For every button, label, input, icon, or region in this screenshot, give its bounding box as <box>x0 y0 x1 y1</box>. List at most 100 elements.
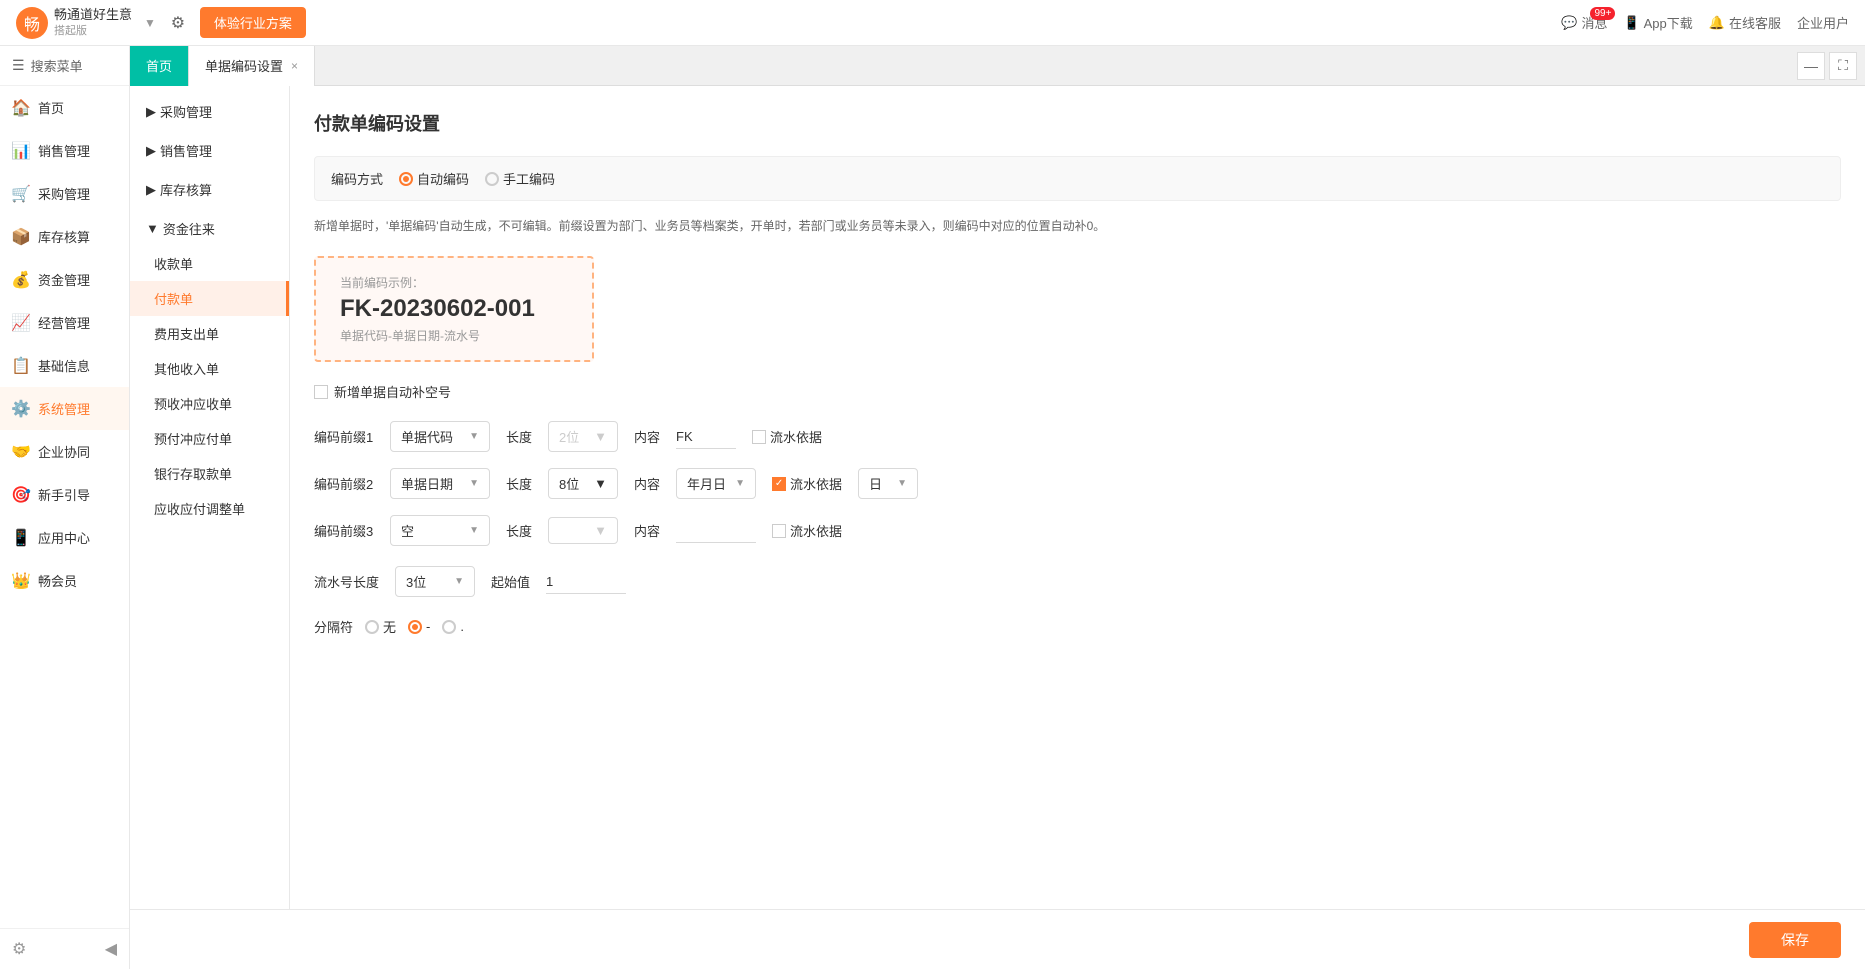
code-preview-box: 当前编码示例： FK-20230602-001 单据代码-单据日期-流水号 <box>314 256 594 362</box>
length3-select[interactable]: ▼ <box>548 517 618 544</box>
sidebar-item-apps[interactable]: 📱 应用中心 <box>0 516 129 559</box>
prefix2-label: 编码前缀2 <box>314 474 374 493</box>
nav-dropdown[interactable]: ▼ <box>144 16 156 30</box>
system-icon: ⚙️ <box>12 400 30 418</box>
logo-icon: 畅 <box>16 7 48 39</box>
sidebar-item-purchase[interactable]: 🛒 采购管理 <box>0 172 129 215</box>
message-icon: 💬 <box>1561 15 1577 31</box>
search-menu-button[interactable]: ☰ 搜索菜单 <box>0 46 129 86</box>
sidebar-item-operations[interactable]: 📈 经营管理 <box>0 301 129 344</box>
tab-close-icon[interactable]: × <box>291 59 298 73</box>
sidebar-item-home[interactable]: 🏠 首页 <box>0 86 129 129</box>
sidebar-item-guide[interactable]: 🎯 新手引导 <box>0 473 129 516</box>
content1-label: 内容 <box>634 427 660 446</box>
sidebar-item-finance[interactable]: 💰 资金管理 <box>0 258 129 301</box>
sidebar-item-sales[interactable]: 📊 销售管理 <box>0 129 129 172</box>
prefix2-select[interactable]: 单据日期 ▼ <box>390 468 490 499</box>
settings-bottom-icon[interactable]: ⚙ <box>12 939 26 959</box>
period2-select[interactable]: 日 ▼ <box>858 468 918 499</box>
logo-text: 畅通道好生意 搭起版 <box>54 7 132 39</box>
sub-menu-item-prepay-payable[interactable]: 预付冲应付单 <box>130 421 289 456</box>
sep-none-dot <box>365 620 379 634</box>
length2-select[interactable]: 8位 ▼ <box>548 468 618 499</box>
serial-number-row: 流水号长度 3位 ▼ 起始值 <box>314 566 1841 597</box>
user-info[interactable]: 企业用户 <box>1797 13 1849 32</box>
config-row-1: 编码前缀1 单据代码 ▼ 长度 2位 ▼ 内容 <box>314 421 1841 452</box>
service-button[interactable]: 🔔 在线客服 <box>1709 13 1781 32</box>
basic-icon: 📋 <box>12 357 30 375</box>
start-value-label: 起始值 <box>491 572 530 591</box>
manual-encoding-radio[interactable]: 手工编码 <box>485 169 555 188</box>
message-button[interactable]: 💬 消息 99+ <box>1561 13 1607 32</box>
auto-encoding-radio[interactable]: 自动编码 <box>399 169 469 188</box>
sub-menu-header-purchase[interactable]: ▶ 采购管理 <box>130 94 289 129</box>
content3-input[interactable] <box>676 519 756 543</box>
trial-button[interactable]: 体验行业方案 <box>200 7 306 38</box>
search-icon: ☰ <box>12 57 25 74</box>
sub-menu-header-inventory[interactable]: ▶ 库存核算 <box>130 172 289 207</box>
start-value-input[interactable] <box>546 570 626 594</box>
length1-select[interactable]: 2位 ▼ <box>548 421 618 452</box>
auto-fill-row: 新增单据自动补空号 <box>314 382 1841 401</box>
sub-menu-item-other-income[interactable]: 其他收入单 <box>130 351 289 386</box>
sub-menu-item-adjustment[interactable]: 应收应付调整单 <box>130 491 289 526</box>
tab-maximize-button[interactable]: ⛶ <box>1829 52 1857 80</box>
sub-menu-group-purchase: ▶ 采购管理 <box>130 94 289 129</box>
apps-icon: 📱 <box>12 529 30 547</box>
sub-menu-header-sales[interactable]: ▶ 销售管理 <box>130 133 289 168</box>
sidebar-item-member[interactable]: 👑 畅会员 <box>0 559 129 602</box>
serial-length-label: 流水号长度 <box>314 572 379 591</box>
topbar-nav: ▼ ⚙ 体验行业方案 <box>144 7 306 38</box>
sub-menu-item-receipt[interactable]: 收款单 <box>130 246 289 281</box>
separator-row: 分隔符 无 - . <box>314 617 1841 636</box>
finance-icon: 💰 <box>12 271 30 289</box>
length2-label: 长度 <box>506 474 532 493</box>
prefix3-label: 编码前缀3 <box>314 521 374 540</box>
serial1-checkbox[interactable] <box>752 430 766 444</box>
sidebar-item-inventory[interactable]: 📦 库存核算 <box>0 215 129 258</box>
auto-fill-checkbox[interactable] <box>314 385 328 399</box>
dropdown-arrow-3: ▼ <box>469 525 479 536</box>
sub-menu-item-payment[interactable]: 付款单 <box>130 281 289 316</box>
sidebar-item-system[interactable]: ⚙️ 系统管理 <box>0 387 129 430</box>
sidebar-item-basic[interactable]: 📋 基础信息 <box>0 344 129 387</box>
sep-dot-option[interactable]: . <box>442 619 464 634</box>
save-button[interactable]: 保存 <box>1749 922 1841 958</box>
sub-menu-header-finance[interactable]: ▼ 资金往来 <box>130 211 289 246</box>
sub-menu-item-bank[interactable]: 银行存取款单 <box>130 456 289 491</box>
sidebar-nav: 🏠 首页 📊 销售管理 🛒 采购管理 📦 库存核算 💰 资金管理 📈 经 <box>0 86 129 928</box>
sub-menu-item-expense[interactable]: 费用支出单 <box>130 316 289 351</box>
operations-icon: 📈 <box>12 314 30 332</box>
serial3-checkbox[interactable] <box>772 524 786 538</box>
serial3-check: 流水依据 <box>772 521 842 540</box>
settings-icon[interactable]: ⚙ <box>164 9 192 37</box>
sidebar: ☰ 搜索菜单 🏠 首页 📊 销售管理 🛒 采购管理 📦 库存核算 💰 资 <box>0 46 130 969</box>
tab-minimize-button[interactable]: — <box>1797 52 1825 80</box>
prefix1-select[interactable]: 单据代码 ▼ <box>390 421 490 452</box>
sidebar-item-enterprise[interactable]: 🤝 企业协同 <box>0 430 129 473</box>
sub-menu: ▶ 采购管理 ▶ 销售管理 ▶ 库存核算 <box>130 86 290 909</box>
content2-select[interactable]: 年月日 ▼ <box>676 468 756 499</box>
home-icon: 🏠 <box>12 99 30 117</box>
separator-label: 分隔符 <box>314 617 353 636</box>
content1-input[interactable] <box>676 425 736 449</box>
dropdown-arrow-2c: ▼ <box>735 478 745 489</box>
config-row-2: 编码前缀2 单据日期 ▼ 长度 8位 ▼ 内容 年月日 <box>314 468 1841 499</box>
dropdown-arrow-3b: ▼ <box>594 523 607 538</box>
config-rows: 编码前缀1 单据代码 ▼ 长度 2位 ▼ 内容 <box>314 421 1841 546</box>
serial-length-select[interactable]: 3位 ▼ <box>395 566 475 597</box>
sep-dash-option[interactable]: - <box>408 619 430 634</box>
app-download-button[interactable]: 📱 App下载 <box>1623 13 1692 32</box>
tab-home[interactable]: 首页 <box>130 46 189 86</box>
phone-icon: 📱 <box>1623 15 1639 31</box>
collapse-icon[interactable]: ◀ <box>105 939 117 959</box>
sub-menu-item-prepay-receivable[interactable]: 预收冲应收单 <box>130 386 289 421</box>
encoding-section: 编码方式 自动编码 手工编码 <box>314 156 1841 201</box>
serial2-checkbox[interactable]: ✓ <box>772 477 786 491</box>
code-preview-value: FK-20230602-001 <box>340 295 568 323</box>
chevron-right-icon: ▶ <box>146 104 156 120</box>
sep-none-option[interactable]: 无 <box>365 617 396 636</box>
prefix3-select[interactable]: 空 ▼ <box>390 515 490 546</box>
main-layout: ☰ 搜索菜单 🏠 首页 📊 销售管理 🛒 采购管理 📦 库存核算 💰 资 <box>0 46 1865 969</box>
tab-encoding-settings[interactable]: 单据编码设置 × <box>189 46 315 86</box>
